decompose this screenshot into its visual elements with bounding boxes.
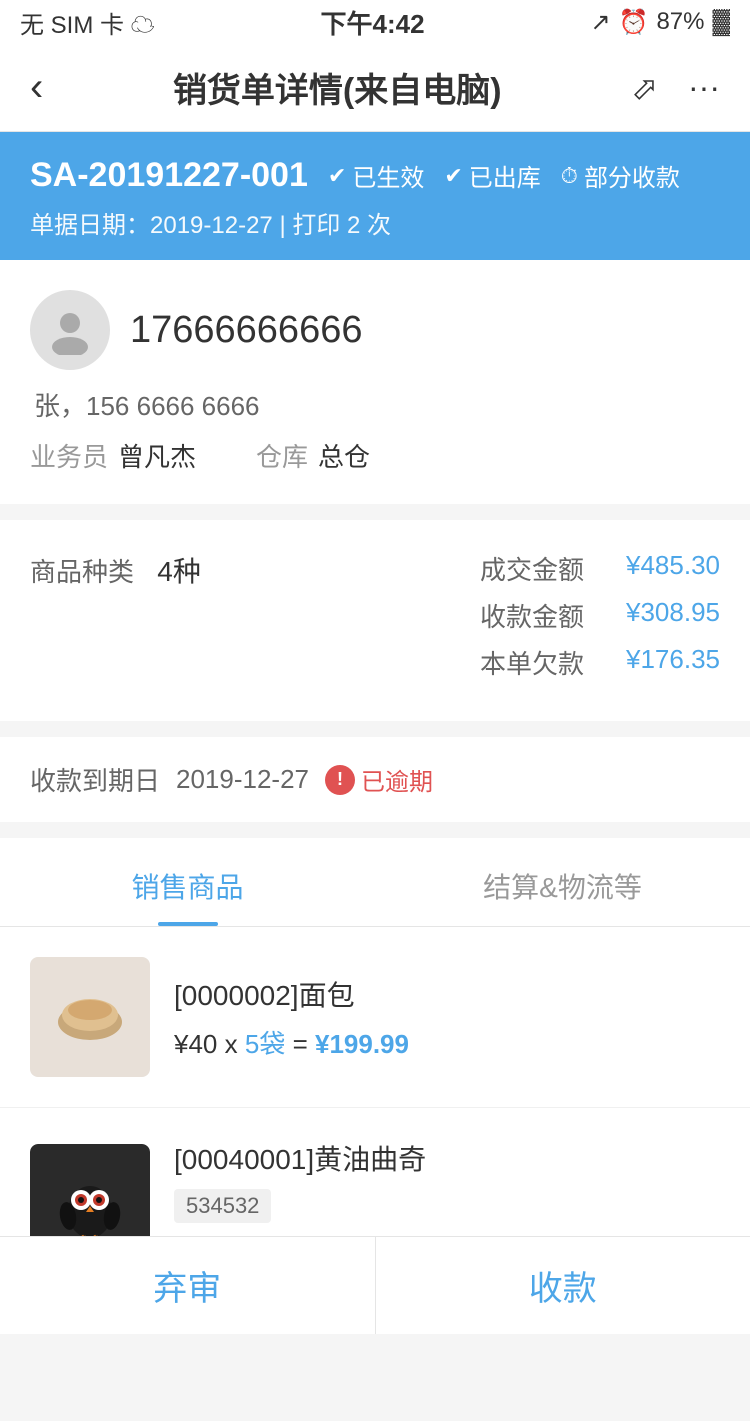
back-button[interactable]: ‹	[30, 65, 43, 110]
status-bar: 无 SIM 卡 ☁ 下午4:42 ↗ ⏰ 87% ▓	[0, 0, 750, 44]
page-title: 销货单详情(来自电脑)	[173, 63, 502, 112]
status-left: 无 SIM 卡 ☁	[20, 5, 155, 40]
clock-icon: ⏱	[561, 163, 578, 189]
location-icon: ↗	[590, 8, 610, 37]
overdue-text: 已逾期	[361, 762, 433, 797]
tabs-section: 销售商品 结算&物流等	[0, 838, 750, 927]
bottom-bar: 弃审 收款	[0, 1236, 750, 1334]
status-time: 下午4:42	[321, 4, 425, 41]
status-badge-3: ⏱ 部分收款	[561, 158, 680, 193]
customer-section: 17666666666 张，156 6666 6666 业务员 曾凡杰 仓库 总…	[0, 260, 750, 504]
deal-amount-label: 成交金额	[480, 550, 584, 587]
product-image-1	[30, 957, 150, 1077]
warehouse-name: 总仓	[318, 437, 370, 474]
more-icon[interactable]: ···	[688, 69, 720, 106]
owed-amount-label: 本单欠款	[480, 644, 584, 681]
check-icon-1: ✔	[328, 163, 346, 189]
tab-products[interactable]: 销售商品	[0, 838, 375, 926]
status-badge-1: ✔ 已生效	[328, 158, 424, 193]
deal-amount-row: 成交金额 ¥485.30	[480, 550, 720, 587]
receipt-amount-value: ¥308.95	[600, 597, 720, 634]
collect-payment-button[interactable]: 收款	[376, 1237, 750, 1334]
battery-text: 87%	[656, 8, 704, 36]
status-right: ↗ ⏰ 87% ▓	[590, 8, 730, 37]
owed-amount-value: ¥176.35	[600, 644, 720, 681]
product-price-1: ¥40 x 5袋 = ¥199.99	[174, 1024, 720, 1061]
check-icon-2: ✔	[444, 163, 462, 189]
tabs-row: 销售商品 结算&物流等	[0, 838, 750, 926]
tab-settlement[interactable]: 结算&物流等	[375, 838, 750, 926]
product-info-1: [0000002]面包 ¥40 x 5袋 = ¥199.99	[174, 974, 720, 1061]
owed-amount-row: 本单欠款 ¥176.35	[480, 644, 720, 681]
overdue-icon: !	[325, 765, 355, 795]
product-type-count: 4种	[157, 556, 201, 587]
battery-icon: ▓	[712, 8, 730, 36]
product-sku-2: 534532	[174, 1189, 271, 1223]
staff-name: 曾凡杰	[118, 437, 196, 474]
no-sim-text: 无 SIM 卡 ☁	[20, 5, 155, 40]
share-icon[interactable]: ⬀	[631, 69, 658, 107]
due-date: 2019-12-27	[176, 764, 309, 795]
overdue-badge: ! 已逾期	[325, 762, 433, 797]
collect-payment-label: 收款	[529, 1261, 597, 1310]
product-base-price-1: ¥40	[174, 1029, 217, 1059]
due-label: 收款到期日	[30, 761, 160, 798]
cancel-review-button[interactable]: 弃审	[0, 1237, 376, 1334]
status-badge-2: ✔ 已出库	[444, 158, 540, 193]
avatar	[30, 290, 110, 370]
customer-name: 张，156 6666 6666	[30, 386, 720, 423]
nav-icons: ⬀ ···	[631, 69, 720, 107]
receipt-amount-label: 收款金额	[480, 597, 584, 634]
warehouse-label: 仓库	[256, 437, 308, 474]
receipt-amount-row: 收款金额 ¥308.95	[480, 597, 720, 634]
product-type-label: 商品种类	[30, 557, 134, 587]
cancel-review-label: 弃审	[153, 1261, 221, 1310]
nav-bar: ‹ 销货单详情(来自电脑) ⬀ ···	[0, 44, 750, 132]
summary-left: 商品种类 4种	[30, 550, 201, 598]
product-type-row: 商品种类 4种	[30, 550, 201, 590]
alarm-icon: ⏰	[619, 8, 649, 37]
staff-label: 业务员	[30, 437, 108, 474]
customer-staff: 业务员 曾凡杰 仓库 总仓	[30, 437, 720, 474]
order-header: SA-20191227-001 ✔ 已生效 ✔ 已出库 ⏱ 部分收款 单据日期：…	[0, 132, 750, 260]
order-id: SA-20191227-001	[30, 156, 308, 195]
product-item: [0000002]面包 ¥40 x 5袋 = ¥199.99	[0, 927, 750, 1108]
order-date: 单据日期：2019-12-27	[30, 212, 273, 239]
summary-section: 商品种类 4种 成交金额 ¥485.30 收款金额 ¥308.95 本单欠款 ¥…	[0, 520, 750, 721]
order-meta: 单据日期：2019-12-27 | 打印 2 次	[30, 205, 720, 240]
deal-amount-value: ¥485.30	[600, 550, 720, 587]
product-total-1: ¥199.99	[315, 1029, 409, 1059]
order-print: 打印 2 次	[292, 212, 391, 239]
product-qty-1: 5袋	[245, 1029, 285, 1059]
summary-right: 成交金额 ¥485.30 收款金额 ¥308.95 本单欠款 ¥176.35	[480, 550, 720, 691]
due-section: 收款到期日 2019-12-27 ! 已逾期	[0, 737, 750, 822]
product-name-2: [00040001]黄油曲奇	[174, 1138, 720, 1178]
customer-phone: 17666666666	[130, 309, 362, 352]
product-name-1: [0000002]面包	[174, 974, 720, 1014]
